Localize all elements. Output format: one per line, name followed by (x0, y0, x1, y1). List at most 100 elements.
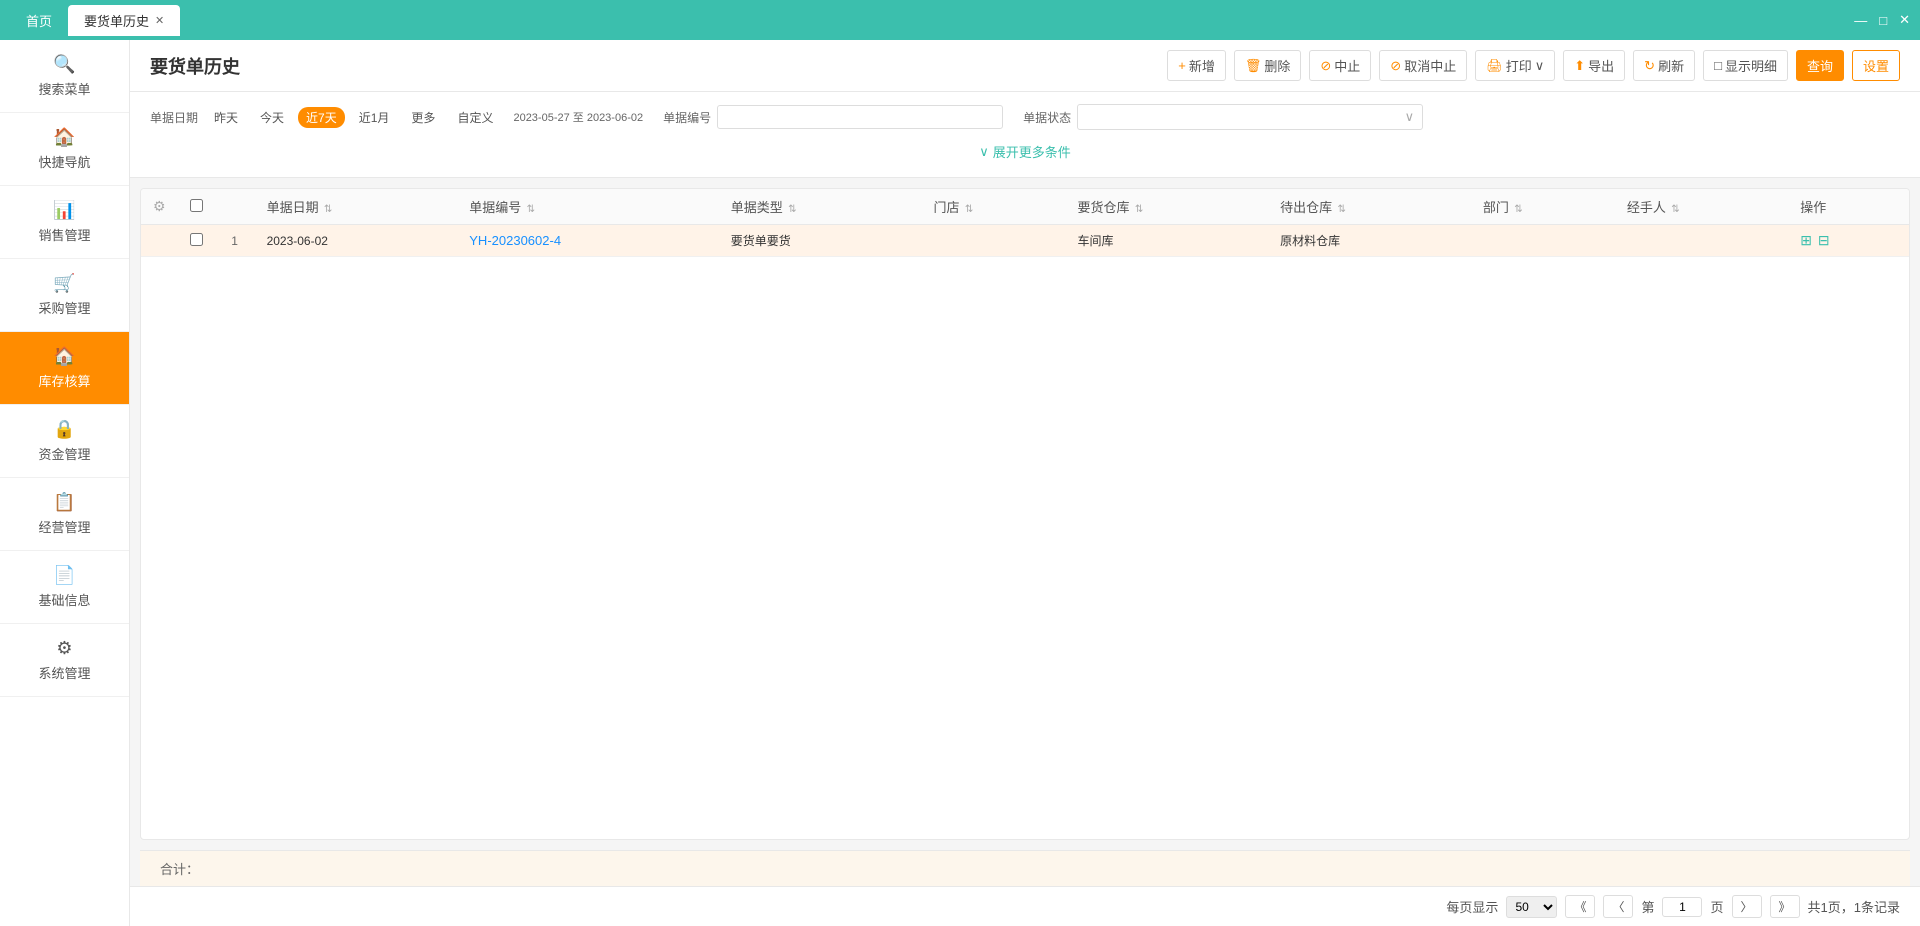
pagination: 每页显示 20 50 100 200 《 〈 第 页 〉 》 共1页，1条记录 (130, 886, 1920, 926)
sidebar-item-purchase[interactable]: 🛒 采购管理 (0, 259, 129, 332)
export-button[interactable]: ⬆ 导出 (1563, 50, 1625, 81)
th-settings: ⚙ (141, 189, 178, 225)
new-icon: + (1178, 58, 1186, 73)
cancel-stop-button[interactable]: ⊘ 取消中止 (1379, 50, 1467, 81)
date-7days[interactable]: 近7天 (298, 107, 345, 128)
date-filter-label: 单据日期 (150, 109, 198, 126)
data-table: ⚙ 单据日期 ⇅ 单据编号 ⇅ (141, 189, 1909, 257)
td-pending-warehouse: 原材料仓库 (1268, 225, 1471, 257)
content-area: 要货单历史 + 新增 🗑 删除 ⊘ 中止 ⊘ 取消中止 (130, 40, 1920, 926)
select-all-checkbox[interactable] (190, 199, 203, 212)
settings-button[interactable]: 设置 (1852, 50, 1900, 81)
th-actions: 操作 (1788, 189, 1909, 225)
window-controls: — □ ✕ (1854, 12, 1910, 28)
date-1month[interactable]: 近1月 (351, 107, 398, 128)
tabs: 首页 要货单历史 ✕ (10, 5, 1854, 36)
table-row[interactable]: 1 2023-06-02 YH-20230602-4 要货单要货 车间库 原材料… (141, 225, 1909, 257)
sort-department-icon: ⇅ (1514, 204, 1522, 215)
page-number-input[interactable] (1662, 897, 1702, 917)
sort-pendingwarehouse-icon: ⇅ (1338, 204, 1346, 215)
show-detail-button[interactable]: □ 显示明细 (1703, 50, 1788, 81)
action-icons: ⊞ ⊟ (1800, 232, 1897, 249)
sort-reqwarehouse-icon: ⇅ (1135, 204, 1143, 215)
total-info: 共1页，1条记录 (1808, 897, 1900, 916)
delete-button[interactable]: 🗑 删除 (1234, 50, 1302, 81)
toolbar: + 新增 🗑 删除 ⊘ 中止 ⊘ 取消中止 🖨 打印 (1167, 50, 1900, 81)
table-area: ⚙ 单据日期 ⇅ 单据编号 ⇅ (140, 188, 1910, 840)
operations-icon: 📋 (53, 492, 75, 513)
status-dropdown-icon[interactable]: ∨ (1405, 109, 1415, 125)
query-button[interactable]: 查询 (1796, 50, 1844, 81)
td-settings (141, 225, 178, 257)
tab-home[interactable]: 首页 (10, 5, 68, 36)
status-label: 单据状态 (1023, 109, 1071, 126)
td-date: 2023-06-02 (255, 225, 458, 257)
close-tab-icon[interactable]: ✕ (155, 14, 164, 27)
date-shortcuts: 昨天 今天 近7天 近1月 更多 自定义 (206, 107, 501, 128)
cancel-stop-icon: ⊘ (1390, 58, 1401, 74)
th-req-warehouse[interactable]: 要货仓库 ⇅ (1065, 189, 1268, 225)
td-store (922, 225, 1066, 257)
last-page-button[interactable]: 》 (1770, 895, 1800, 918)
refresh-icon: ↻ (1644, 58, 1655, 74)
next-page-button[interactable]: 〉 (1732, 895, 1762, 918)
delete-icon: 🗑 (1245, 58, 1262, 74)
maximize-icon[interactable]: □ (1879, 13, 1887, 28)
th-doc-type[interactable]: 单据类型 ⇅ (719, 189, 922, 225)
th-store[interactable]: 门店 ⇅ (922, 189, 1066, 225)
th-handler[interactable]: 经手人 ⇅ (1615, 189, 1788, 225)
td-num: 1 (215, 225, 255, 257)
print-icon: 🖨 (1486, 58, 1503, 74)
th-num (215, 189, 255, 225)
date-today[interactable]: 今天 (252, 107, 292, 128)
th-pending-warehouse[interactable]: 待出仓库 ⇅ (1268, 189, 1471, 225)
date-yesterday[interactable]: 昨天 (206, 107, 246, 128)
system-icon: ⚙ (56, 638, 72, 659)
edit-icon[interactable]: ⊞ (1800, 232, 1812, 249)
first-page-button[interactable]: 《 (1565, 895, 1595, 918)
page-size-select[interactable]: 20 50 100 200 (1506, 896, 1557, 918)
date-custom[interactable]: 自定义 (449, 107, 501, 128)
checkbox-icon: □ (1714, 58, 1722, 73)
sidebar-item-inventory[interactable]: 🏠 库存核算 (0, 332, 129, 405)
page-title: 要货单历史 (150, 53, 1157, 79)
sort-docno-icon: ⇅ (527, 204, 535, 215)
stop-button[interactable]: ⊘ 中止 (1309, 50, 1371, 81)
status-input[interactable] (1086, 110, 1404, 124)
sidebar-item-quick-nav[interactable]: 🏠 快捷导航 (0, 113, 129, 186)
expand-more-button[interactable]: ∨ 展开更多条件 (150, 138, 1900, 165)
doc-number-input[interactable] (717, 105, 1003, 129)
finance-icon: 🔒 (53, 419, 75, 440)
filter-area: 单据日期 昨天 今天 近7天 近1月 更多 自定义 2023-05-27 至 2… (130, 92, 1920, 178)
th-doc-no[interactable]: 单据编号 ⇅ (457, 189, 719, 225)
doc-no-link[interactable]: YH-20230602-4 (469, 233, 561, 248)
th-date[interactable]: 单据日期 ⇅ (255, 189, 458, 225)
print-button[interactable]: 🖨 打印 ∨ (1475, 50, 1555, 81)
sidebar-item-operations[interactable]: 📋 经营管理 (0, 478, 129, 551)
minimize-icon[interactable]: — (1854, 13, 1867, 28)
table-settings-icon[interactable]: ⚙ (153, 198, 166, 214)
refresh-button[interactable]: ↻ 刷新 (1633, 50, 1695, 81)
sidebar-item-search[interactable]: 🔍 搜索菜单 (0, 40, 129, 113)
date-more[interactable]: 更多 (403, 107, 443, 128)
page-label: 第 (1641, 897, 1654, 916)
sidebar-item-finance[interactable]: 🔒 资金管理 (0, 405, 129, 478)
sidebar-item-sales[interactable]: 📊 销售管理 (0, 186, 129, 259)
date-range-display: 2023-05-27 至 2023-06-02 (513, 109, 643, 125)
purchase-icon: 🛒 (53, 273, 75, 294)
more-icon[interactable]: ⊟ (1818, 232, 1830, 249)
sort-doctype-icon: ⇅ (788, 204, 796, 215)
close-icon[interactable]: ✕ (1899, 12, 1910, 28)
td-doc-no: YH-20230602-4 (457, 225, 719, 257)
home-icon: 🏠 (53, 127, 75, 148)
sales-icon: 📊 (53, 200, 75, 221)
prev-page-button[interactable]: 〈 (1603, 895, 1633, 918)
page-header: 要货单历史 + 新增 🗑 删除 ⊘ 中止 ⊘ 取消中止 (130, 40, 1920, 92)
sidebar-item-basic-info[interactable]: 📄 基础信息 (0, 551, 129, 624)
new-button[interactable]: + 新增 (1167, 50, 1226, 81)
sidebar-item-system[interactable]: ⚙ 系统管理 (0, 624, 129, 697)
row-checkbox[interactable] (190, 233, 203, 246)
th-department[interactable]: 部门 ⇅ (1471, 189, 1615, 225)
th-checkbox (178, 189, 215, 225)
tab-order-history[interactable]: 要货单历史 ✕ (68, 5, 180, 36)
